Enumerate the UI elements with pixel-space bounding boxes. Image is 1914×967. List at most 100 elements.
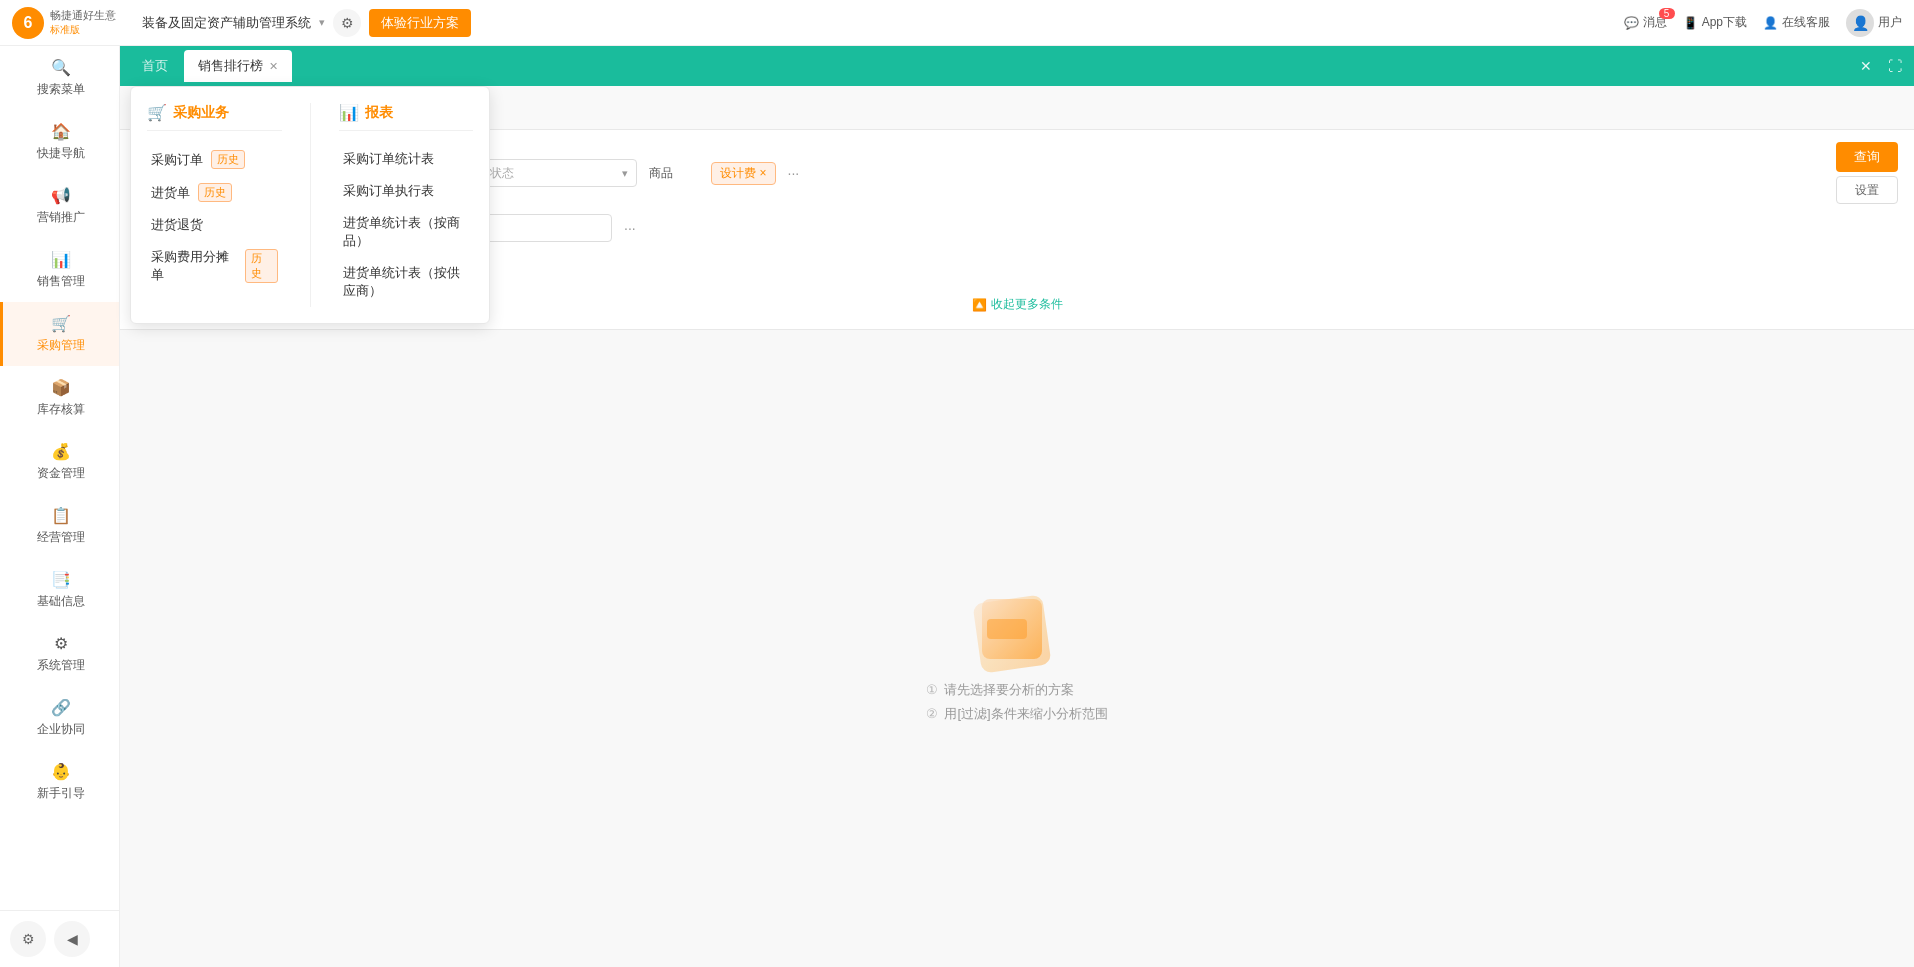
empty-state: 请先选择要分析的方案 用[过滤]条件来缩小分析范围: [926, 569, 1107, 729]
chart-icon: 📊: [51, 250, 71, 269]
gear-button[interactable]: ⚙: [333, 9, 361, 37]
messages-button[interactable]: 💬 消息 5: [1624, 14, 1667, 31]
industry-button[interactable]: 体验行业方案: [369, 9, 471, 37]
purchase-dropdown-popup: 🛒 采购业务 采购订单 历史 进货单 历史 进货退货 采购费用分摊单 历史 📊 …: [130, 86, 490, 324]
messages-badge: 5: [1659, 8, 1675, 19]
sys-title-area: 装备及固定资产辅助管理系统 ▾ ⚙ 体验行业方案: [142, 9, 1614, 37]
user-button[interactable]: 👤 用户: [1846, 9, 1902, 37]
dropdown-item-inbound-product-label: 进货单统计表（按商品）: [343, 214, 470, 250]
tab-fullscreen-icon[interactable]: ⛶: [1884, 54, 1906, 78]
sidebar-item-inventory[interactable]: 📦 库存核算: [0, 366, 119, 430]
sidebar-label-system: 系统管理: [37, 657, 85, 674]
sidebar-item-newbie[interactable]: 👶 新手引导: [0, 750, 119, 814]
tab-actions: ✕ ⛶: [1856, 54, 1906, 78]
link-icon: 🔗: [51, 698, 71, 717]
product-tag-close-icon[interactable]: ×: [760, 166, 767, 180]
dropdown-item-order-stats[interactable]: 采购订单统计表: [339, 143, 474, 175]
purchase-section-label: 采购业务: [173, 104, 229, 122]
tab-home-label: 首页: [142, 57, 168, 75]
user-label: 用户: [1878, 14, 1902, 31]
report-section-label: 报表: [365, 104, 393, 122]
tab-sales-ranking[interactable]: 销售排行榜 ✕: [184, 50, 292, 82]
top-header: 6 畅捷通好生意 标准版 装备及固定资产辅助管理系统 ▾ ⚙ 体验行业方案 💬 …: [0, 0, 1914, 46]
empty-hint-1: 请先选择要分析的方案: [926, 681, 1107, 699]
purchase-section: 🛒 采购业务 采购订单 历史 进货单 历史 进货退货 采购费用分摊单 历史: [147, 103, 282, 307]
product-tag-text: 设计费: [720, 165, 756, 182]
doc-icon: 📑: [51, 570, 71, 589]
avatar: 👤: [1846, 9, 1874, 37]
gear-icon: ⚙: [341, 15, 354, 31]
logo-icon: 6: [12, 7, 44, 39]
main-content: 请先选择要分析的方案 用[过滤]条件来缩小分析范围: [120, 330, 1914, 967]
dropdown-item-inbound-return[interactable]: 进货退货: [147, 209, 282, 241]
logo-badge: 标准版: [50, 23, 116, 37]
dropdown-item-inbound-product[interactable]: 进货单统计表（按商品）: [339, 207, 474, 257]
sidebar-collapse-button[interactable]: ◀: [54, 921, 90, 957]
search-icon: 🔍: [51, 58, 71, 77]
product-tag[interactable]: 设计费 ×: [711, 162, 776, 185]
history-badge-3[interactable]: 历史: [245, 249, 278, 283]
query-button[interactable]: 查询: [1836, 142, 1898, 172]
collapse-button[interactable]: 🔼 收起更多条件: [972, 296, 1063, 313]
online-service-label: 在线客服: [1782, 14, 1830, 31]
dropdown-item-purchase-order[interactable]: 采购订单 历史: [147, 143, 282, 176]
tab-sales-ranking-label: 销售排行榜: [198, 57, 263, 75]
empty-hint-2: 用[过滤]条件来缩小分析范围: [926, 705, 1107, 723]
online-service-button[interactable]: 👤 在线客服: [1763, 14, 1830, 31]
dropdown-item-inbound-supplier[interactable]: 进货单统计表（按供应商）: [339, 257, 474, 307]
dropdown-item-expense-label: 采购费用分摊单: [151, 248, 237, 284]
sidebar-item-system[interactable]: ⚙ 系统管理: [0, 622, 119, 686]
sidebar-label-finance: 资金管理: [37, 465, 85, 482]
megaphone-icon: 📢: [51, 186, 71, 205]
sidebar-item-marketing[interactable]: 📢 营销推广: [0, 174, 119, 238]
settings-button[interactable]: 设置: [1836, 176, 1898, 204]
report-section-title: 📊 报表: [339, 103, 474, 131]
dropdown-item-inbound-label: 进货单: [151, 184, 190, 202]
tab-home[interactable]: 首页: [128, 50, 182, 82]
clipboard-icon: 📋: [51, 506, 71, 525]
tab-close-window-icon[interactable]: ✕: [1856, 54, 1876, 78]
sidebar-item-sales[interactable]: 📊 销售管理: [0, 238, 119, 302]
dropdown-item-purchase-order-label: 采购订单: [151, 151, 203, 169]
app-download-label: App下载: [1702, 14, 1747, 31]
sidebar-label-purchase: 采购管理: [37, 337, 85, 354]
logo-area: 6 畅捷通好生意 标准版: [12, 7, 132, 39]
header-right: 💬 消息 5 📱 App下载 👤 在线客服 👤 用户: [1624, 9, 1902, 37]
history-badge-0[interactable]: 历史: [211, 150, 245, 169]
app-download-button[interactable]: 📱 App下载: [1683, 14, 1747, 31]
sidebar-label-quick-nav: 快捷导航: [37, 145, 85, 162]
product-label: 商品: [649, 165, 699, 182]
sidebar-item-enterprise[interactable]: 🔗 企业协同: [0, 686, 119, 750]
box-icon: 📦: [51, 378, 71, 397]
divider: [310, 103, 311, 307]
purchase-section-title: 🛒 采购业务: [147, 103, 282, 131]
history-badge-1[interactable]: 历史: [198, 183, 232, 202]
sidebar-item-operations[interactable]: 📋 经营管理: [0, 494, 119, 558]
sidebar-item-quick-nav[interactable]: 🏠 快捷导航: [0, 110, 119, 174]
sidebar-settings-button[interactable]: ⚙: [10, 921, 46, 957]
dropdown-arrow-icon[interactable]: ▾: [319, 16, 325, 29]
sidebar-label-enterprise: 企业协同: [37, 721, 85, 738]
service-icon: 👤: [1763, 16, 1778, 30]
tab-close-icon[interactable]: ✕: [269, 60, 278, 73]
dropdown-item-inbound[interactable]: 进货单 历史: [147, 176, 282, 209]
sidebar-item-purchase[interactable]: 🛒 采购管理: [0, 302, 119, 366]
salesperson-more-icon[interactable]: ···: [624, 220, 636, 236]
sidebar-item-search[interactable]: 🔍 搜索菜单: [0, 46, 119, 110]
sidebar-bottom: ⚙ ◀: [0, 910, 119, 967]
sidebar-label-sales: 销售管理: [37, 273, 85, 290]
sidebar-item-basic-info[interactable]: 📑 基础信息: [0, 558, 119, 622]
dropdown-item-order-exec-label: 采购订单执行表: [343, 182, 434, 200]
empty-hints: 请先选择要分析的方案 用[过滤]条件来缩小分析范围: [926, 681, 1107, 729]
report-section: 📊 报表 采购订单统计表 采购订单执行表 进货单统计表（按商品） 进货单统计表（…: [339, 103, 474, 307]
avatar-icon: 👤: [1852, 15, 1869, 31]
home-icon: 🏠: [51, 122, 71, 141]
settings-icon: ⚙: [54, 634, 68, 653]
dropdown-item-order-exec[interactable]: 采购订单执行表: [339, 175, 474, 207]
product-more-icon[interactable]: ···: [788, 165, 800, 181]
sidebar-label-marketing: 营销推广: [37, 209, 85, 226]
message-icon: 💬: [1624, 16, 1639, 30]
sidebar-item-finance[interactable]: 💰 资金管理: [0, 430, 119, 494]
cart-icon: 🛒: [51, 314, 71, 333]
dropdown-item-expense[interactable]: 采购费用分摊单 历史: [147, 241, 282, 291]
